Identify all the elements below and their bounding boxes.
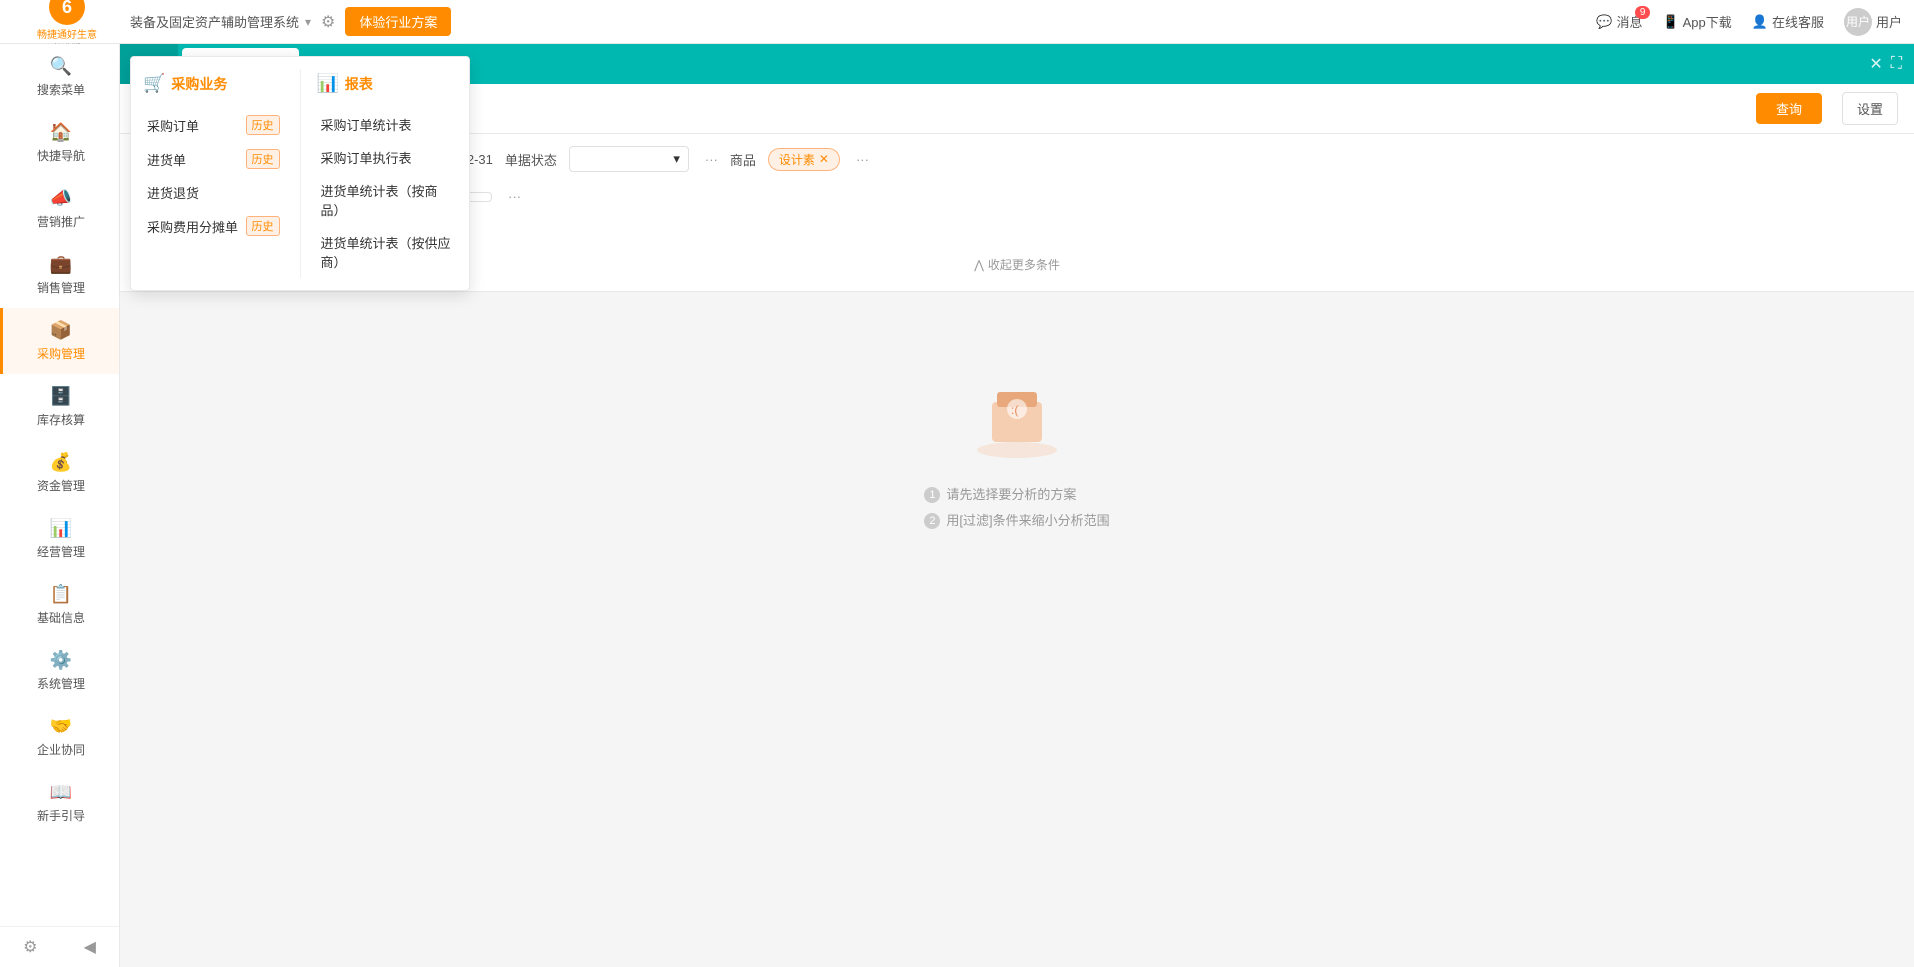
history-badge-1: 历史: [246, 149, 280, 169]
sidebar-item-quick-nav[interactable]: 🏠 快捷导航: [0, 110, 119, 176]
search-icon: 🔍: [50, 56, 72, 77]
goods-chip: 设计素 ✕: [768, 148, 840, 171]
sidebar-item-system[interactable]: ⚙️ 系统管理: [0, 638, 119, 704]
empty-illustration: :(: [967, 372, 1067, 462]
tab-bar-close-icon[interactable]: ✕: [1869, 54, 1882, 74]
menu-item-return[interactable]: 进货退货: [143, 176, 284, 209]
system-dropdown-button[interactable]: ▾: [305, 15, 311, 29]
marketing-icon: 📣: [50, 188, 72, 209]
menu-item-report-1[interactable]: 采购订单统计表: [317, 108, 458, 141]
basic-info-icon: 📋: [50, 584, 72, 605]
user-avatar-button[interactable]: 用户 用户: [1844, 8, 1902, 36]
settings-gear-button[interactable]: ⚙: [321, 12, 335, 32]
menu-item-expense[interactable]: 采购费用分摊单 历史: [143, 209, 284, 243]
top-bar-right: 💬 消息 9 📱 App下载 👤 在线客服 用户 用户: [1596, 8, 1902, 36]
sidebar-collapse-button[interactable]: ◀: [84, 937, 96, 957]
sidebar-item-guide[interactable]: 📖 新手引导: [0, 770, 119, 836]
query-button[interactable]: 查询: [1756, 93, 1822, 124]
salesman-dots[interactable]: ···: [508, 189, 521, 204]
history-badge-0: 历史: [246, 115, 280, 135]
messages-button[interactable]: 💬 消息 9: [1596, 12, 1642, 31]
empty-tips: 1 请先选择要分析的方案 2 用[过滤]条件来缩小分析范围: [924, 482, 1109, 534]
purchase-menu-title: 🛒 采购业务: [143, 69, 284, 98]
sidebar-item-search-menu[interactable]: 🔍 搜索菜单: [0, 44, 119, 110]
report-menu-title: 📊 报表: [317, 69, 458, 98]
sidebar-item-purchase[interactable]: 📦 采购管理: [0, 308, 119, 374]
message-icon: 💬: [1596, 14, 1612, 30]
sidebar-item-finance[interactable]: 💰 资金管理: [0, 440, 119, 506]
report-menu-col: 📊 报表 采购订单统计表 采购订单执行表 进货单统计表（按商品） 进货单统计表（…: [305, 69, 470, 278]
sidebar-bottom: ⚙ ◀: [0, 926, 119, 967]
logo-text: 畅捷通好生意: [37, 26, 97, 41]
sidebar-item-operations[interactable]: 📊 经营管理: [0, 506, 119, 572]
menu-col-divider: [300, 69, 301, 278]
sidebar-item-inventory[interactable]: 🗄️ 库存核算: [0, 374, 119, 440]
system-icon: ⚙️: [50, 650, 72, 671]
headset-icon: 👤: [1752, 14, 1768, 30]
sidebar-item-basic-info[interactable]: 📋 基础信息: [0, 572, 119, 638]
inventory-icon: 🗄️: [50, 386, 72, 407]
operations-icon: 📊: [50, 518, 72, 539]
menu-item-report-3[interactable]: 进货单统计表（按商品）: [317, 174, 458, 226]
sidebar-item-cooperation[interactable]: 🤝 企业协同: [0, 704, 119, 770]
report-menu-icon: 📊: [317, 73, 339, 94]
menu-item-report-4[interactable]: 进货单统计表（按供应商）: [317, 226, 458, 278]
cooperation-icon: 🤝: [50, 716, 72, 737]
history-badge-3: 历史: [246, 216, 280, 236]
purchase-menu-col: 🛒 采购业务 采购订单 历史 进货单 历史 进货退货 采购费用分摊单 历史: [131, 69, 296, 278]
tab-bar-expand-icon[interactable]: ⛶: [1891, 55, 1902, 73]
guide-icon: 📖: [50, 782, 72, 803]
tip-number-2: 2: [924, 513, 940, 529]
purchase-menu-icon: 🛒: [143, 73, 165, 94]
order-status-label: 单据状态: [505, 150, 557, 169]
top-bar: 6 畅捷通好生意 标准版 装备及固定资产辅助管理系统 ▾ ⚙ 体验行业方案 💬 …: [0, 0, 1914, 44]
order-status-select[interactable]: ▾: [569, 146, 689, 172]
sales-icon: 💼: [50, 254, 72, 275]
order-status-dots[interactable]: ···: [705, 152, 718, 167]
tab-bar-right: ✕ ⛶: [1869, 54, 1914, 74]
sidebar-item-marketing[interactable]: 📣 营销推广: [0, 176, 119, 242]
menu-item-inbound[interactable]: 进货单 历史: [143, 142, 284, 176]
sidebar-item-sales[interactable]: 💼 销售管理: [0, 242, 119, 308]
goods-dots[interactable]: ···: [856, 152, 869, 167]
app-download-button[interactable]: 📱 App下载: [1662, 12, 1731, 31]
menu-item-report-2[interactable]: 采购订单执行表: [317, 141, 458, 174]
system-title-text: 装备及固定资产辅助管理系统: [130, 12, 299, 31]
home-icon: 🏠: [50, 122, 72, 143]
sidebar: 🔍 搜索菜单 🏠 快捷导航 📣 营销推广 💼 销售管理 📦 采购管理 🗄️: [0, 44, 120, 967]
finance-icon: 💰: [50, 452, 72, 473]
tip-number-1: 1: [924, 487, 940, 503]
industry-solution-button[interactable]: 体验行业方案: [345, 7, 451, 36]
goods-label: 商品: [730, 150, 756, 169]
collapse-icon: ⋀: [974, 258, 984, 272]
purchase-icon: 📦: [50, 320, 72, 341]
logo-icon: 6: [49, 0, 85, 25]
avatar: 用户: [1844, 8, 1872, 36]
phone-icon: 📱: [1662, 14, 1678, 30]
goods-chip-close[interactable]: ✕: [819, 152, 829, 166]
svg-text::(: :(: [1011, 403, 1018, 417]
empty-state: :( 1 请先选择要分析的方案 2 用[过滤]条件来缩小分析范围: [120, 292, 1914, 614]
messages-badge: 9: [1635, 6, 1651, 19]
menu-item-purchase-order[interactable]: 采购订单 历史: [143, 108, 284, 142]
chevron-down-icon: ▾: [673, 151, 680, 167]
app-container: 6 畅捷通好生意 标准版 装备及固定资产辅助管理系统 ▾ ⚙ 体验行业方案 💬 …: [0, 0, 1914, 967]
settings-button[interactable]: 设置: [1842, 92, 1898, 125]
system-title: 装备及固定资产辅助管理系统 ▾ ⚙: [130, 12, 335, 32]
sidebar-settings-button[interactable]: ⚙: [23, 937, 37, 957]
online-service-button[interactable]: 👤 在线客服: [1752, 12, 1824, 31]
purchase-dropdown-menu: 🛒 采购业务 采购订单 历史 进货单 历史 进货退货 采购费用分摊单 历史: [130, 56, 470, 291]
